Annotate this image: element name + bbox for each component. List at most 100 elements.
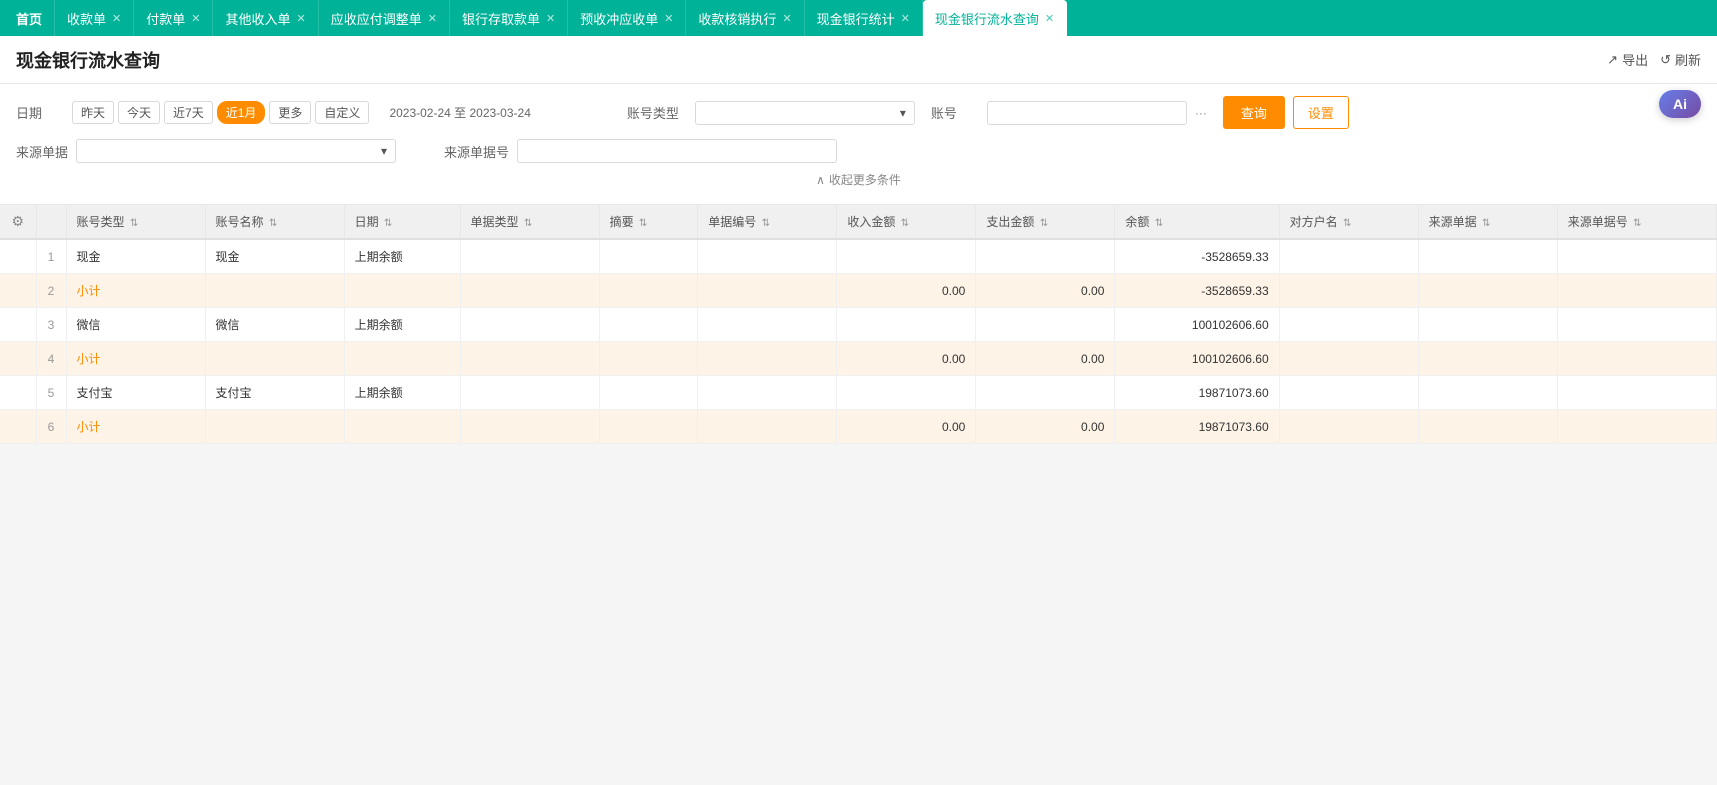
sort-icon: ⇅ [901,218,909,229]
date-btn-7days[interactable]: 近7天 [164,101,213,124]
table-cell [1557,239,1716,274]
date-btn-custom[interactable]: 自定义 [315,101,369,124]
account-input-wrapper: ··· [987,101,1207,125]
date-btn-yesterday[interactable]: 昨天 [72,101,114,124]
table-cell: 2 [36,274,66,308]
table-cell [0,274,36,308]
nav-tab-liushui[interactable]: 现金银行流水查询 ✕ [923,0,1067,36]
th-balance[interactable]: 余额 ⇅ [1115,205,1279,239]
filter-row-2: 来源单据 ▾ 来源单据号 [16,139,1701,163]
table-cell [1557,410,1716,444]
th-income[interactable]: 收入金额 ⇅ [837,205,976,239]
nav-home[interactable]: 首页 [4,0,55,36]
close-icon[interactable]: ✕ [901,12,910,25]
table-cell [460,376,599,410]
ai-badge[interactable]: Ai [1659,90,1701,118]
table-cell [698,308,837,342]
th-counterpart[interactable]: 对方户名 ⇅ [1279,205,1418,239]
table-cell: 3 [36,308,66,342]
table-cell [1279,274,1418,308]
close-icon[interactable]: ✕ [782,12,791,25]
table-cell [698,342,837,376]
table-cell [0,308,36,342]
table-cell [698,376,837,410]
table-cell: 4 [36,342,66,376]
th-doc-no[interactable]: 单据编号 ⇅ [698,205,837,239]
table-cell [698,274,837,308]
table-cell: 上期余额 [344,376,460,410]
nav-tab-xianjinyinhang[interactable]: 现金银行统计 ✕ [805,0,923,36]
th-source-doc-no[interactable]: 来源单据号 ⇅ [1557,205,1716,239]
table-cell: 现金 [66,239,205,274]
source-doc-no-item: 来源单据号 [444,139,837,163]
th-expense[interactable]: 支出金额 ⇅ [976,205,1115,239]
th-index [36,205,66,239]
th-doc-type[interactable]: 单据类型 ⇅ [460,205,599,239]
table-cell [205,274,344,308]
table-cell [1279,342,1418,376]
source-doc-no-label: 来源单据号 [444,142,509,161]
table-cell [0,376,36,410]
table-cell [460,274,599,308]
table-cell [976,239,1115,274]
th-account-name[interactable]: 账号名称 ⇅ [205,205,344,239]
table-cell: 19871073.60 [1115,410,1279,444]
source-doc-select[interactable]: ▾ [76,139,396,163]
date-btn-1month[interactable]: 近1月 [217,101,266,124]
table-cell [1418,410,1557,444]
sort-icon: ⇅ [639,218,647,229]
nav-tab-qitashouru[interactable]: 其他收入单 ✕ [213,0,318,36]
date-btn-today[interactable]: 今天 [118,101,160,124]
table-cell: 6 [36,410,66,444]
gear-icon[interactable]: ⚙ [11,213,24,229]
refresh-button[interactable]: ↺ 刷新 [1660,50,1701,69]
more-icon[interactable]: ··· [1195,106,1207,120]
query-button[interactable]: 查询 [1223,96,1285,129]
th-source-doc[interactable]: 来源单据 ⇅ [1418,205,1557,239]
table-cell: 支付宝 [205,376,344,410]
close-icon[interactable]: ✕ [546,12,555,25]
table-cell: 小计 [66,342,205,376]
table-cell [1418,308,1557,342]
settings-button[interactable]: 设置 [1293,96,1349,129]
table-cell [976,376,1115,410]
th-date[interactable]: 日期 ⇅ [344,205,460,239]
close-icon[interactable]: ✕ [112,12,121,25]
table-cell [460,239,599,274]
table-cell [698,239,837,274]
nav-tab-shoudan[interactable]: 收款单 ✕ [55,0,134,36]
table-row: 2小计0.000.00-3528659.33 [0,274,1717,308]
th-summary[interactable]: 摘要 ⇅ [599,205,698,239]
nav-tab-yushouchong[interactable]: 预收冲应收单 ✕ [568,0,686,36]
nav-tab-yinhangcunqu[interactable]: 银行存取款单 ✕ [450,0,568,36]
sort-icon: ⇅ [1482,218,1490,229]
th-account-type[interactable]: 账号类型 ⇅ [66,205,205,239]
close-icon[interactable]: ✕ [428,12,437,25]
table-cell [205,342,344,376]
account-input[interactable] [987,101,1187,125]
table-cell [599,342,698,376]
close-icon[interactable]: ✕ [1045,12,1054,25]
sort-icon: ⇅ [1633,218,1641,229]
account-type-select[interactable]: ▾ [695,101,915,125]
table-cell [1418,239,1557,274]
close-icon[interactable]: ✕ [297,12,306,25]
table-cell: 微信 [205,308,344,342]
table-cell: 支付宝 [66,376,205,410]
nav-tab-yingshouyingfu[interactable]: 应收应付调整单 ✕ [319,0,450,36]
date-btn-more[interactable]: 更多 [269,101,311,124]
close-icon[interactable]: ✕ [191,12,200,25]
nav-tab-fudan[interactable]: 付款单 ✕ [134,0,213,36]
table-cell: 100102606.60 [1115,308,1279,342]
export-button[interactable]: ↗ 导出 [1607,50,1648,69]
table-cell [344,410,460,444]
table-cell: 1 [36,239,66,274]
table-cell [1557,376,1716,410]
close-icon[interactable]: ✕ [664,12,673,25]
collapse-bar[interactable]: ∧ 收起更多条件 [16,167,1701,196]
table-cell [1557,342,1716,376]
table-body: 1现金现金上期余额-3528659.332小计0.000.00-3528659.… [0,239,1717,444]
refresh-icon: ↺ [1660,52,1671,68]
source-doc-no-input[interactable] [517,139,837,163]
nav-tab-shouquanxiaohuo[interactable]: 收款核销执行 ✕ [686,0,804,36]
